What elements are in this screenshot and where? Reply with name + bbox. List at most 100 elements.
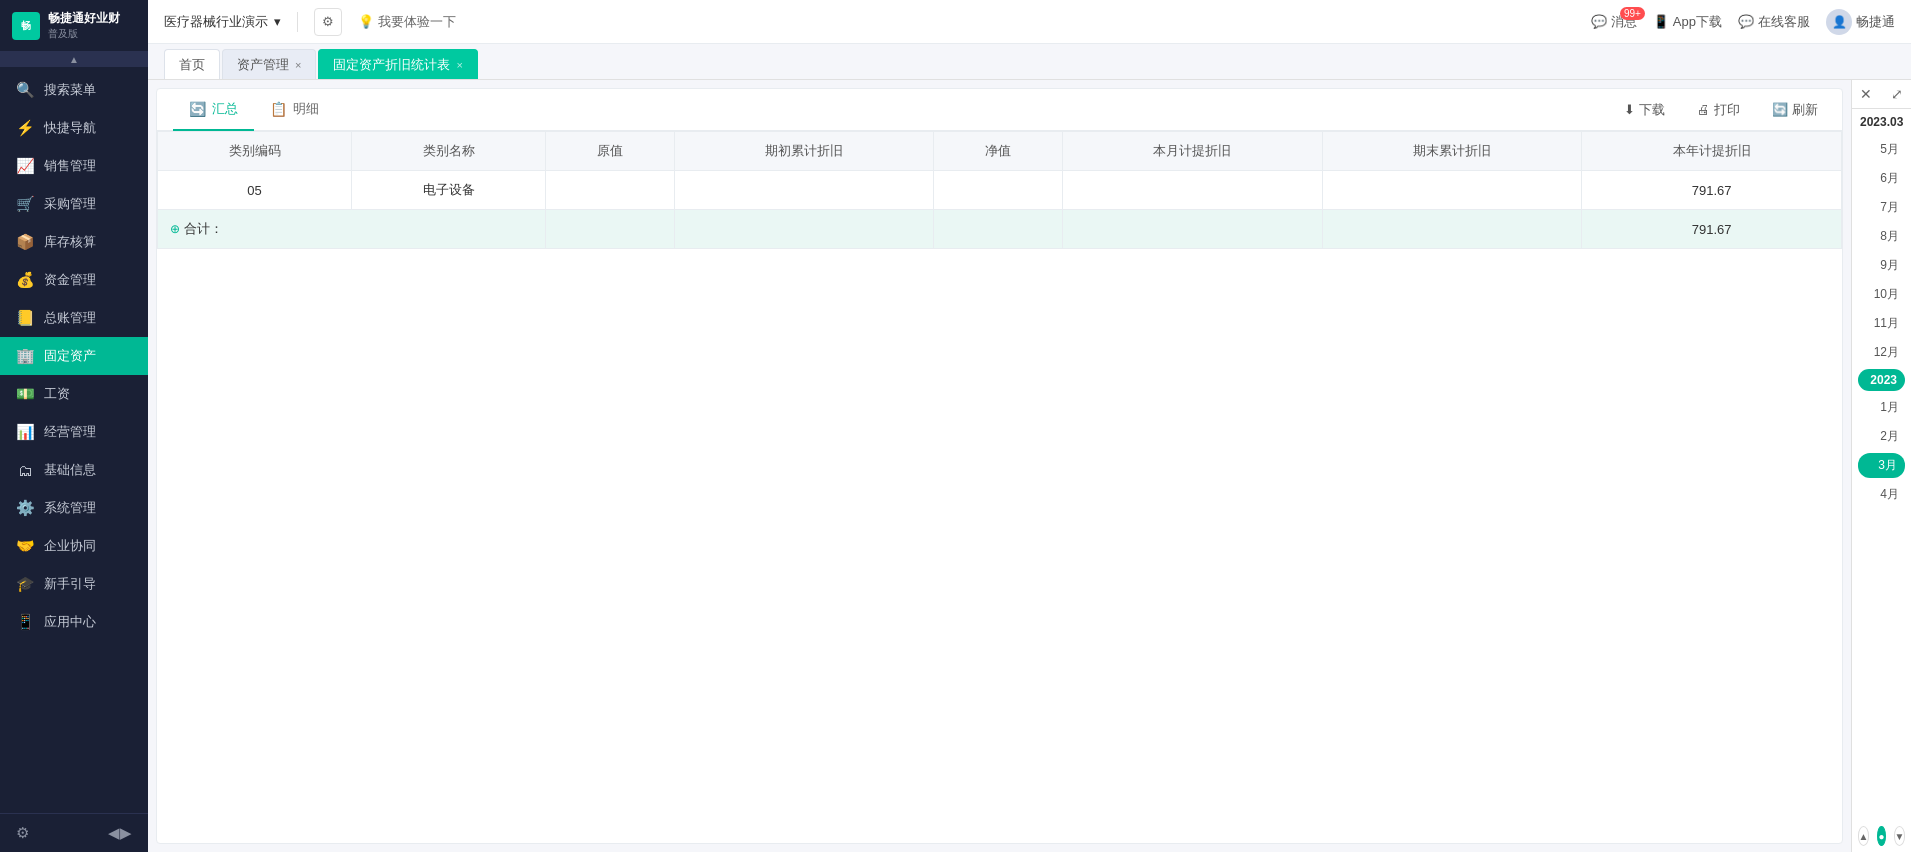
sidebar-label-sales: 销售管理 [44, 157, 96, 175]
month-item-2022-9[interactable]: 9月 [1852, 251, 1911, 280]
sidebar-item-operations[interactable]: 📊 经营管理 [0, 413, 148, 451]
refresh-button[interactable]: 🔄 刷新 [1764, 97, 1826, 123]
sidebar-item-basic-info[interactable]: 🗂 基础信息 [0, 451, 148, 489]
panel-close-icon[interactable]: ✕ [1860, 86, 1872, 102]
sidebar-label-fixed-assets: 固定资产 [44, 347, 96, 365]
sidebar-label-operations: 经营管理 [44, 423, 96, 441]
topbar-divider [297, 12, 298, 32]
cell-category-code: 05 [158, 171, 352, 210]
print-button[interactable]: 🖨 打印 [1689, 97, 1748, 123]
nav-next[interactable]: ▼ [1894, 826, 1906, 846]
app-download-button[interactable]: 📱 App下载 [1653, 13, 1722, 31]
month-item-2023-4[interactable]: 4月 [1852, 480, 1911, 509]
topbar: 医疗器械行业演示 ▾ ⚙ 💡 我要体验一下 💬 消息 99+ 📱 App下载 💬… [148, 0, 1911, 44]
subtotal-period-accum-depr [674, 210, 934, 249]
sidebar-label-inventory: 库存核算 [44, 233, 96, 251]
sidebar-icon-guide: 🎓 [16, 575, 34, 593]
month-item-2023-3[interactable]: 3月 [1858, 453, 1905, 478]
online-service-icon: 💬 [1738, 14, 1754, 29]
sidebar-item-salary[interactable]: 💵 工资 [0, 375, 148, 413]
table-header-row: 类别编码 类别名称 原值 期初累计折旧 净值 本月计提折旧 期末累计折旧 本年计… [158, 132, 1842, 171]
sub-tab-detail[interactable]: 📋 明细 [254, 89, 335, 131]
topbar-settings-button[interactable]: ⚙ [314, 8, 342, 36]
sidebar-icon-app-center: 📱 [16, 613, 34, 631]
sidebar-label-ledger: 总账管理 [44, 309, 96, 327]
panel-expand-icon[interactable]: ⤢ [1891, 86, 1903, 102]
month-item-2022-12[interactable]: 12月 [1852, 338, 1911, 367]
download-button[interactable]: ⬇ 下载 [1616, 97, 1673, 123]
month-item-2022-5[interactable]: 5月 [1852, 135, 1911, 164]
experience-button[interactable]: 💡 我要体验一下 [358, 13, 456, 31]
sub-tab-summary[interactable]: 🔄 汇总 [173, 89, 254, 131]
print-icon: 🖨 [1697, 102, 1710, 117]
sidebar-item-inventory[interactable]: 📦 库存核算 [0, 223, 148, 261]
page-body: 🔄 汇总 📋 明细 ⬇ 下载 🖨 打印 [148, 80, 1911, 852]
month-item-2023-2[interactable]: 2月 [1852, 422, 1911, 451]
sidebar-item-guide[interactable]: 🎓 新手引导 [0, 565, 148, 603]
subtotal-month-depr [1063, 210, 1323, 249]
right-panel-header: ✕ ⤢ [1852, 80, 1911, 109]
sidebar-label-app-center: 应用中心 [44, 613, 96, 631]
month-group-2022: 5月 6月 7月 8月 9月 10月 11月 12月 [1852, 135, 1911, 367]
tab-home[interactable]: 首页 [164, 49, 220, 79]
download-icon: ⬇ [1624, 102, 1635, 117]
nav-prev[interactable]: ▲ [1858, 826, 1870, 846]
tab-asset-management-close[interactable]: × [295, 59, 301, 71]
subtotal-label-text: 合计： [184, 220, 223, 238]
sidebar-label-guide: 新手引导 [44, 575, 96, 593]
cell-period-end-accum-depr [1322, 171, 1582, 210]
company-selector[interactable]: 医疗器械行业演示 ▾ [164, 13, 281, 31]
sidebar-item-ledger[interactable]: 📒 总账管理 [0, 299, 148, 337]
cell-category-name: 电子设备 [352, 171, 546, 210]
download-label: 下载 [1639, 101, 1665, 119]
brand-info: 畅捷通好业财 普及版 [48, 10, 120, 41]
panel-nav: ▲ ● ▼ [1852, 820, 1911, 852]
col-month-depr: 本月计提折旧 [1063, 132, 1323, 171]
experience-label: 我要体验一下 [378, 13, 456, 31]
month-item-2022-7[interactable]: 7月 [1852, 193, 1911, 222]
month-item-2022-6[interactable]: 6月 [1852, 164, 1911, 193]
sidebar-label-enterprise: 企业协同 [44, 537, 96, 555]
sidebar-item-sales[interactable]: 📈 销售管理 [0, 147, 148, 185]
sidebar-icon-operations: 📊 [16, 423, 34, 441]
messages-badge: 99+ [1620, 7, 1645, 20]
cell-year-depr: 791.67 [1582, 171, 1842, 210]
app-download-icon: 📱 [1653, 14, 1669, 29]
sidebar-item-search[interactable]: 🔍 搜索菜单 [0, 71, 148, 109]
sub-tab-detail-label: 明细 [293, 100, 319, 118]
sub-tab-summary-label: 汇总 [212, 100, 238, 118]
table-container: 类别编码 类别名称 原值 期初累计折旧 净值 本月计提折旧 期末累计折旧 本年计… [157, 131, 1842, 843]
sidebar-footer: ⚙ ◀▶ [0, 813, 148, 852]
refresh-icon: 🔄 [1772, 102, 1788, 117]
month-item-2022-8[interactable]: 8月 [1852, 222, 1911, 251]
sidebar-nav: 🔍 搜索菜单 ⚡ 快捷导航 📈 销售管理 🛒 采购管理 📦 库存核算 💰 资金管… [0, 67, 148, 813]
month-item-2022-10[interactable]: 10月 [1852, 280, 1911, 309]
tab-asset-management[interactable]: 资产管理 × [222, 49, 316, 79]
sidebar-icon-ledger: 📒 [16, 309, 34, 327]
month-item-2022-11[interactable]: 11月 [1852, 309, 1911, 338]
settings-icon[interactable]: ⚙ [16, 824, 29, 842]
tab-depreciation-table-close[interactable]: × [456, 59, 462, 71]
sidebar-item-app-center[interactable]: 📱 应用中心 [0, 603, 148, 641]
messages-button[interactable]: 💬 消息 99+ [1591, 13, 1637, 31]
sidebar-item-funds[interactable]: 💰 资金管理 [0, 261, 148, 299]
year-label-2023[interactable]: 2023 [1858, 369, 1905, 391]
sidebar-icon-salary: 💵 [16, 385, 34, 403]
sidebar-icon-basic-info: 🗂 [16, 462, 34, 479]
sidebar-item-enterprise[interactable]: 🤝 企业协同 [0, 527, 148, 565]
col-net-value: 净值 [934, 132, 1063, 171]
sidebar-item-purchase[interactable]: 🛒 采购管理 [0, 185, 148, 223]
tab-depreciation-table[interactable]: 固定资产折旧统计表 × [318, 49, 477, 79]
collapse-icon[interactable]: ◀▶ [108, 824, 132, 842]
sidebar-scroll-up[interactable]: ▲ [0, 52, 148, 67]
tab-depreciation-table-label: 固定资产折旧统计表 [333, 56, 450, 74]
tab-asset-management-label: 资产管理 [237, 56, 289, 74]
sidebar-item-quick-nav[interactable]: ⚡ 快捷导航 [0, 109, 148, 147]
nav-current[interactable]: ● [1877, 826, 1885, 846]
sidebar-item-fixed-assets[interactable]: 🏢 固定资产 [0, 337, 148, 375]
col-year-depr: 本年计提折旧 [1582, 132, 1842, 171]
sidebar-item-system[interactable]: ⚙️ 系统管理 [0, 489, 148, 527]
online-service-button[interactable]: 💬 在线客服 [1738, 13, 1810, 31]
user-menu[interactable]: 👤 畅捷通 [1826, 9, 1895, 35]
month-item-2023-1[interactable]: 1月 [1852, 393, 1911, 422]
